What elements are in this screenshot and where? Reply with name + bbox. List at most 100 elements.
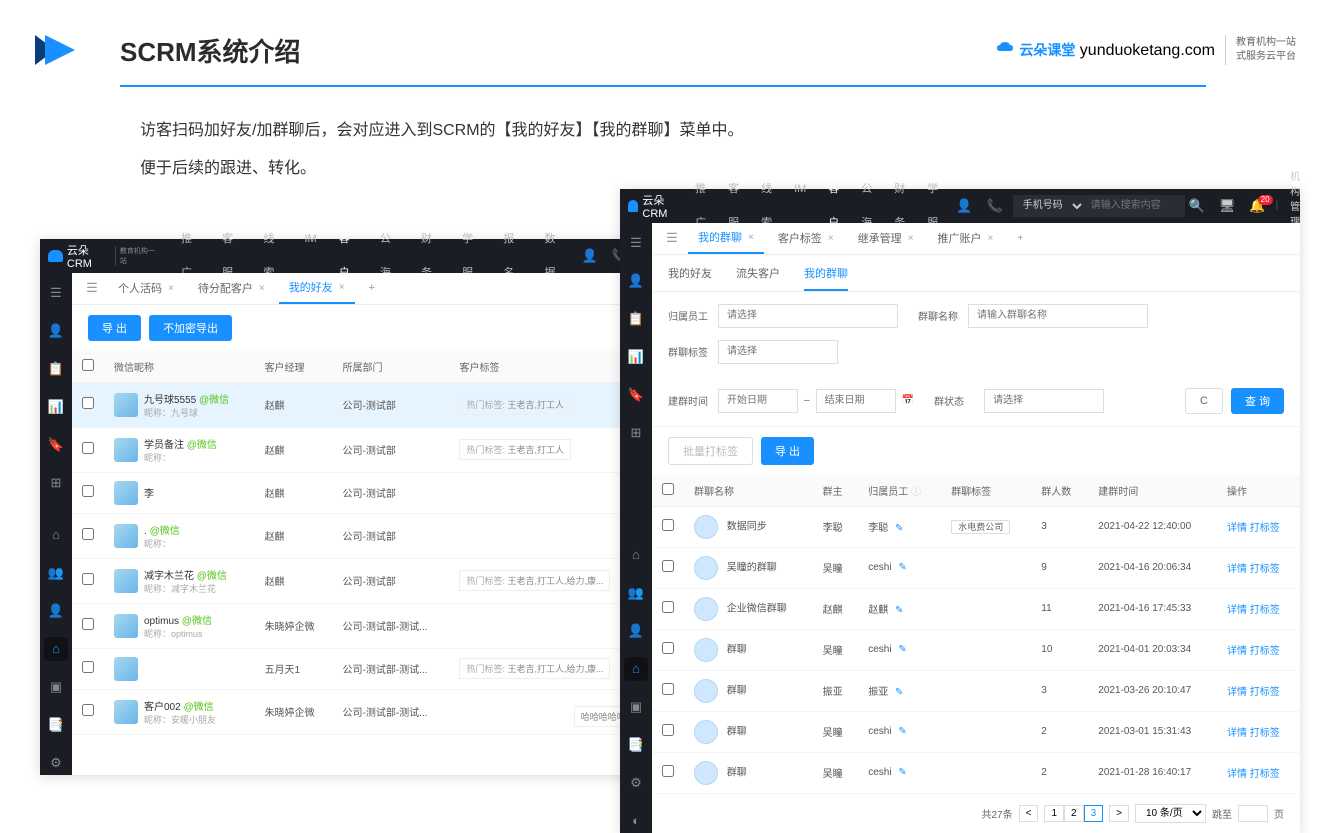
side-icon-10[interactable]: ▣ <box>624 695 648 719</box>
row-checkbox[interactable] <box>662 765 674 777</box>
side-icon-12[interactable]: ⚙ <box>624 771 648 795</box>
table-row[interactable]: 减字木兰花 @微信昵称：减字木兰花赵麒公司-测试部热门标签: 王老吉,打工人,给… <box>72 558 640 603</box>
side-icon-8[interactable]: 👤 <box>624 619 648 643</box>
page-prev[interactable]: < <box>1019 805 1039 822</box>
tag-link[interactable]: 打标签 <box>1250 687 1280 698</box>
phone-icon[interactable]: 📞 <box>982 198 1006 214</box>
info-icon[interactable]: ⓘ <box>911 487 921 498</box>
row-checkbox[interactable] <box>82 442 94 454</box>
tab-add[interactable]: + <box>1007 233 1033 244</box>
row-checkbox[interactable] <box>82 618 94 630</box>
row-checkbox[interactable] <box>82 485 94 497</box>
status-select[interactable] <box>984 389 1104 413</box>
side-icon-6[interactable]: ⌂ <box>44 523 68 547</box>
export-button[interactable]: 导 出 <box>761 437 814 465</box>
side-icon-3[interactable]: 📊 <box>624 345 648 369</box>
table-row[interactable]: 五月天1公司-测试部-测试...热门标签: 王老吉,打工人,给力,康... <box>72 648 640 689</box>
name-input[interactable] <box>968 304 1148 328</box>
edit-icon[interactable]: ✎ <box>898 767 906 778</box>
side-icon-1[interactable]: 👤 <box>624 269 648 293</box>
table-row[interactable]: 数据同步李聪李聪 ✎水电费公司32021-04-22 12:40:00详情 打标… <box>652 506 1300 547</box>
tab-add[interactable]: + <box>359 282 385 294</box>
tab-客户标签[interactable]: 客户标签× <box>768 222 844 254</box>
select-all-checkbox[interactable] <box>82 359 94 371</box>
table-row[interactable]: 九号球5555 @微信昵称：九号球赵麒公司-测试部热门标签: 王老吉,打工人 <box>72 382 640 427</box>
export-button[interactable]: 导 出 <box>88 315 141 341</box>
side-icon-3[interactable]: 📊 <box>44 395 68 419</box>
search-icon[interactable]: 🔍 <box>1185 198 1209 214</box>
batch-tag-button[interactable]: 批量打标签 <box>668 437 753 465</box>
select-all-checkbox[interactable] <box>662 483 674 495</box>
detail-link[interactable]: 详情 <box>1227 564 1247 575</box>
row-checkbox[interactable] <box>662 560 674 572</box>
tab-menu-icon[interactable]: ☰ <box>80 276 104 300</box>
row-checkbox[interactable] <box>82 704 94 716</box>
row-checkbox[interactable] <box>662 519 674 531</box>
user-icon[interactable]: 👤 <box>952 198 976 214</box>
table-row[interactable]: 学员备注 @微信昵称：赵麒公司-测试部热门标签: 王老吉,打工人 <box>72 427 640 472</box>
close-icon[interactable]: × <box>259 283 265 294</box>
side-icon-4[interactable]: 🔖 <box>624 383 648 407</box>
side-icon-5[interactable]: ⊞ <box>624 421 648 445</box>
reset-button[interactable]: C <box>1185 388 1223 414</box>
detail-link[interactable]: 详情 <box>1227 769 1247 780</box>
tag-link[interactable]: 打标签 <box>1250 523 1280 534</box>
edit-icon[interactable]: ✎ <box>898 644 906 655</box>
table-row[interactable]: 群聊吴瞳ceshi ✎22021-01-28 16:40:17详情 打标签 <box>652 752 1300 793</box>
row-checkbox[interactable] <box>662 683 674 695</box>
tag-link[interactable]: 打标签 <box>1250 564 1280 575</box>
search-button[interactable]: 查 询 <box>1231 388 1284 414</box>
table-row[interactable]: 企业微信群聊赵麒赵麒 ✎112021-04-16 17:45:33详情 打标签 <box>652 588 1300 629</box>
row-checkbox[interactable] <box>82 661 94 673</box>
side-icon-2[interactable]: 📋 <box>624 307 648 331</box>
goto-input[interactable] <box>1238 805 1268 822</box>
subtab-我的好友[interactable]: 我的好友 <box>668 265 712 291</box>
owner-select[interactable] <box>718 304 898 328</box>
end-date[interactable] <box>816 389 896 413</box>
edit-icon[interactable]: ✎ <box>895 523 903 534</box>
side-icon-12[interactable]: ⚙ <box>44 751 68 775</box>
menu-icon[interactable]: ☰ <box>624 231 648 255</box>
close-icon[interactable]: × <box>339 282 345 293</box>
tag-link[interactable]: 打标签 <box>1250 605 1280 616</box>
close-icon[interactable]: × <box>988 233 994 244</box>
side-icon-4[interactable]: 🔖 <box>44 433 68 457</box>
row-checkbox[interactable] <box>82 573 94 585</box>
side-icon-11[interactable]: 📑 <box>624 733 648 757</box>
export-raw-button[interactable]: 不加密导出 <box>149 315 232 341</box>
detail-link[interactable]: 详情 <box>1227 523 1247 534</box>
table-row[interactable]: 吴瞳的群聊吴瞳ceshi ✎92021-04-16 20:06:34详情 打标签 <box>652 547 1300 588</box>
search-type-select[interactable]: 手机号码 <box>1013 195 1085 217</box>
table-row[interactable]: 客户002 @微信昵称：安暖小朋友朱晓婷企微公司-测试部-测试... <box>72 689 640 734</box>
tab-个人活码[interactable]: 个人活码× <box>108 272 184 304</box>
tab-推广账户[interactable]: 推广账户× <box>928 222 1004 254</box>
subtab-我的群聊[interactable]: 我的群聊 <box>804 265 848 291</box>
page-next[interactable]: > <box>1109 805 1129 822</box>
detail-link[interactable]: 详情 <box>1227 646 1247 657</box>
calendar-icon[interactable]: 📅 <box>902 395 914 406</box>
menu-icon[interactable]: ☰ <box>44 281 68 305</box>
close-icon[interactable]: × <box>168 283 174 294</box>
close-icon[interactable]: × <box>828 233 834 244</box>
page-size-select[interactable]: 10 条/页 <box>1135 804 1206 823</box>
side-icon-7[interactable]: 👥 <box>624 581 648 605</box>
edit-icon[interactable]: ✎ <box>895 605 903 616</box>
edit-icon[interactable]: ✎ <box>898 726 906 737</box>
row-checkbox[interactable] <box>82 528 94 540</box>
row-checkbox[interactable] <box>662 601 674 613</box>
close-icon[interactable]: × <box>748 232 754 243</box>
tab-待分配客户[interactable]: 待分配客户× <box>188 272 275 304</box>
side-icon-5[interactable]: ⊞ <box>44 471 68 495</box>
user-icon[interactable]: 👤 <box>578 248 602 264</box>
detail-link[interactable]: 详情 <box>1227 687 1247 698</box>
tab-我的好友[interactable]: 我的好友× <box>279 272 355 304</box>
row-checkbox[interactable] <box>662 642 674 654</box>
tag-link[interactable]: 打标签 <box>1250 769 1280 780</box>
page-2[interactable]: 2 <box>1064 805 1084 822</box>
side-icon-9[interactable]: ⌂ <box>44 637 68 661</box>
subtab-流失客户[interactable]: 流失客户 <box>736 265 780 291</box>
side-icon-9[interactable]: ⌂ <box>624 657 648 681</box>
side-icon-7[interactable]: 👥 <box>44 561 68 585</box>
tag-link[interactable]: 打标签 <box>1250 646 1280 657</box>
side-icon-8[interactable]: 👤 <box>44 599 68 623</box>
